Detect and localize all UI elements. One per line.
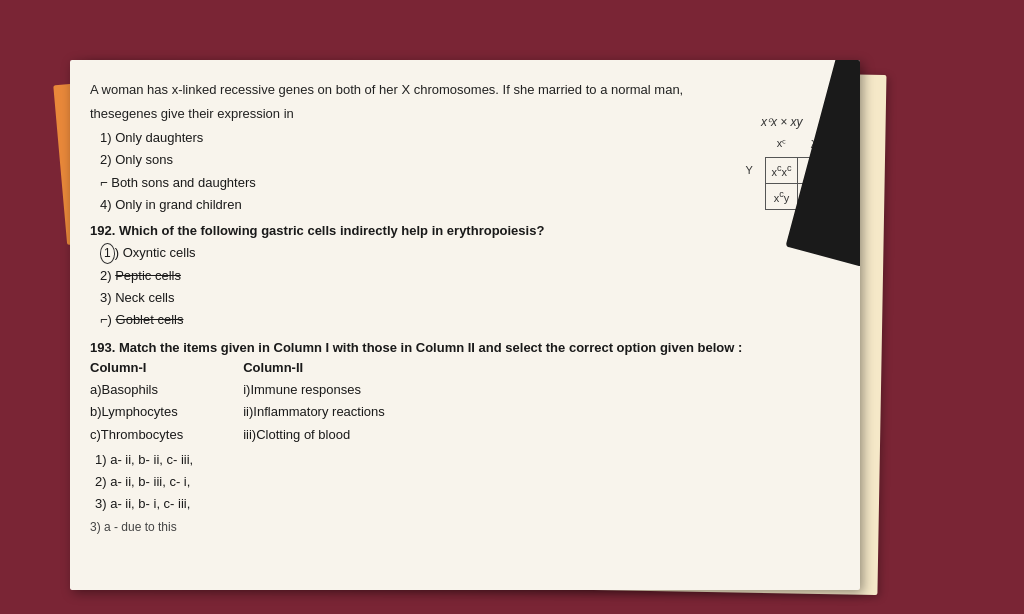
- col1-item-c: c)Thrombocytes: [90, 425, 183, 445]
- col2-item-iii: iii)Clotting of blood: [243, 425, 385, 445]
- q191-intro-line1: A woman has x-linked recessive genes on …: [90, 80, 835, 100]
- q191-opt2-num: 2): [100, 152, 115, 167]
- q192-opt4-text: Goblet cells: [116, 312, 184, 327]
- q191-opt4-num: 4): [100, 197, 115, 212]
- q192-opt3-num: 3): [100, 290, 115, 305]
- paper-stack: xᶜx × xy xᶜ λ Y xcxc xλ xcy xλ: [70, 60, 890, 590]
- col2-item-ii: ii)Inflammatory reactions: [243, 402, 385, 422]
- q192-opt1-text: Oxyntic cells: [123, 245, 196, 260]
- q191-options: 1) Only daughters 2) Only sons ⌐ Both so…: [100, 128, 835, 215]
- q192-text: 192. Which of the following gastric cell…: [90, 221, 835, 241]
- q191-arrow: ⌐: [100, 175, 111, 190]
- q192-option-4: ⌐) Goblet cells: [100, 310, 835, 330]
- q193-col1: Column-I a)Basophils b)Lymphocytes c)Thr…: [90, 358, 183, 447]
- q193-col2: Column-II i)Immune responses ii)Inflamma…: [243, 358, 385, 447]
- q193-ans-2: 2) a- ii, b- iii, c- i,: [95, 472, 835, 492]
- q191-opt4-text: Only in grand children: [115, 197, 241, 212]
- q192-option-1: 1) Oxyntic cells: [100, 243, 835, 264]
- q191-opt1-text: Only daughters: [115, 130, 203, 145]
- q193-ans-1: 1) a- ii, b- ii, c- iii,: [95, 450, 835, 470]
- q193-answer-options: 1) a- ii, b- ii, c- iii, 2) a- ii, b- ii…: [95, 450, 835, 514]
- q193-columns: Column-I a)Basophils b)Lymphocytes c)Thr…: [90, 358, 835, 447]
- col1-header: Column-I: [90, 358, 183, 378]
- q192-option-3: 3) Neck cells: [100, 288, 835, 308]
- q191-option-4: 4) Only in grand children: [100, 195, 835, 215]
- col1-item-b: b)Lymphocytes: [90, 402, 183, 422]
- col2-item-i: i)Immune responses: [243, 380, 385, 400]
- col1-item-a: a)Basophils: [90, 380, 183, 400]
- q191-intro-line2: thesegenes give their expression in: [90, 104, 835, 124]
- q191-opt1-num: 1): [100, 130, 115, 145]
- q191-opt3-text: Both sons and daughters: [111, 175, 256, 190]
- q192-opt1-circled: 1: [100, 243, 115, 264]
- q193-text: 193. Match the items given in Column I w…: [90, 338, 835, 358]
- q191-opt2-text: Only sons: [115, 152, 173, 167]
- q191-option-3: ⌐ Both sons and daughters: [100, 173, 835, 193]
- q192-opt2-num: 2): [100, 268, 112, 283]
- q192-opt2-text: Peptic cells: [115, 268, 181, 283]
- q191-option-2: 2) Only sons: [100, 150, 835, 170]
- q192-opt4-arrow: ⌐): [100, 312, 116, 327]
- q192-option-2: 2) Peptic cells: [100, 266, 835, 286]
- paper-main: xᶜx × xy xᶜ λ Y xcxc xλ xcy xλ: [70, 60, 860, 590]
- q192-options: 1) Oxyntic cells 2) Peptic cells 3) Neck…: [100, 243, 835, 330]
- col2-header: Column-II: [243, 358, 385, 378]
- content-area: A woman has x-linked recessive genes on …: [90, 80, 835, 537]
- q193-ans-3: 3) a- ii, b- i, c- iii,: [95, 494, 835, 514]
- q192-opt3-text: Neck cells: [115, 290, 174, 305]
- q191-option-1: 1) Only daughters: [100, 128, 835, 148]
- footer-text: 3) a - due to this: [90, 518, 835, 537]
- q193-section: 193. Match the items given in Column I w…: [90, 338, 835, 537]
